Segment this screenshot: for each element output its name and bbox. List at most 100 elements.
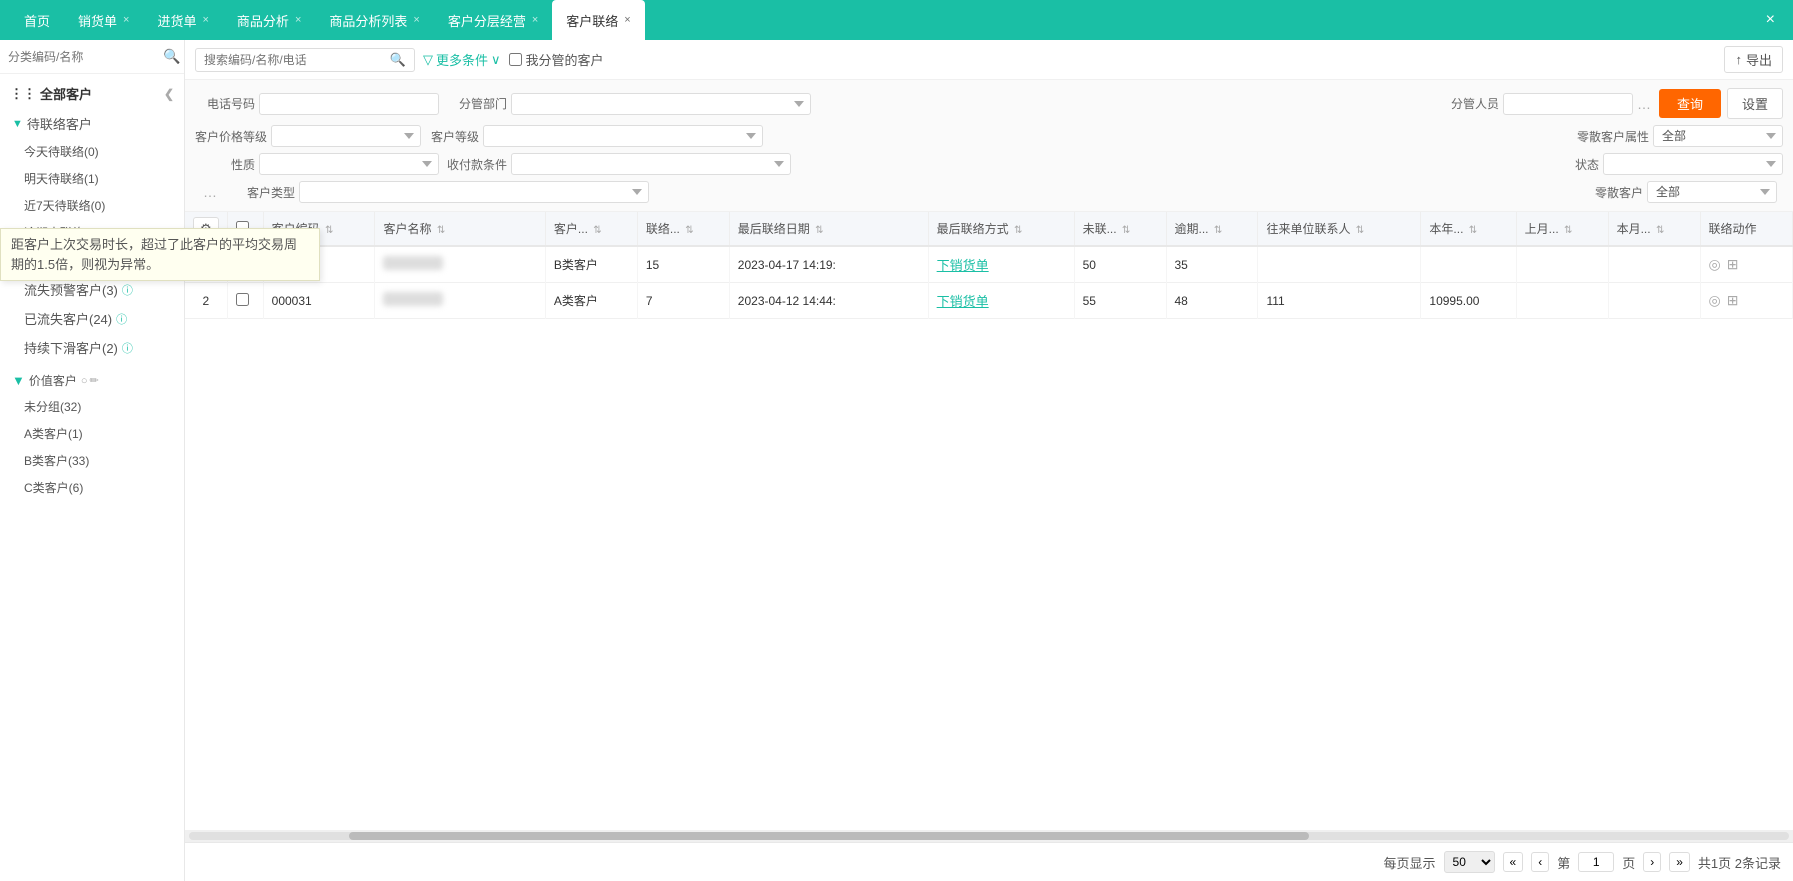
payment-select[interactable] (511, 153, 791, 175)
td-this-month (1608, 283, 1700, 319)
info-icon-churn: ⓘ (122, 282, 133, 298)
td-this-year (1421, 246, 1516, 283)
row-checkbox-1[interactable] (236, 293, 249, 306)
filter-customer-type: 客户类型 (245, 181, 1575, 203)
settings-button[interactable]: 设置 (1727, 88, 1783, 119)
filter-row-1: 电话号码 分管部门 分管人员 … 查询 设置 (195, 88, 1783, 119)
nav-item-analysis[interactable]: 商品分析 × (223, 0, 315, 40)
th-last-method[interactable]: 最后联络方式 ⇅ (928, 212, 1074, 246)
sidebar-content: ⋮⋮ 全部客户 ❮ ▼ 待联络客户 今天待联络(0) 明天待联络(1) 近7天待… (0, 74, 184, 881)
close-analysis-icon[interactable]: × (295, 14, 301, 26)
td-not-contact: 55 (1074, 283, 1166, 319)
action-grid-icon-0[interactable]: ⊞ (1727, 256, 1739, 273)
more-filters-button[interactable]: ▽ 更多条件 ∨ (423, 50, 501, 69)
sidebar-search-icon[interactable]: 🔍 (163, 48, 180, 65)
close-customer-mgmt-icon[interactable]: × (532, 14, 538, 26)
nav-item-home[interactable]: 首页 (10, 0, 64, 40)
next-page-button[interactable]: › (1643, 852, 1661, 872)
search-icon[interactable]: 🔍 (390, 52, 406, 68)
td-level: A类客户 (545, 283, 637, 319)
group-edit-icon[interactable]: ✏ (90, 374, 99, 387)
th-level[interactable]: 客户... ⇅ (545, 212, 637, 246)
window-close-button[interactable]: × (1758, 11, 1783, 29)
query-button[interactable]: 查询 (1659, 89, 1721, 118)
last-method-link-0[interactable]: 下销货单 (937, 258, 989, 273)
first-page-button[interactable]: « (1503, 852, 1524, 872)
last-method-link-1[interactable]: 下销货单 (937, 294, 989, 309)
sidebar-item-ungrouped[interactable]: 未分组(32) (0, 393, 184, 420)
filter-bar: 🔍 ▽ 更多条件 ∨ 我分管的客户 ↑ 导出 (185, 40, 1793, 80)
th-not-contact[interactable]: 未联... ⇅ (1074, 212, 1166, 246)
close-sales-icon[interactable]: × (123, 14, 129, 26)
th-last-date[interactable]: 最后联络日期 ⇅ (729, 212, 928, 246)
search-input[interactable] (204, 53, 390, 67)
filter-status: 状态 (1539, 153, 1783, 175)
td-level: B类客户 (545, 246, 637, 283)
person-input[interactable] (1503, 93, 1633, 115)
per-page-label: 每页显示 (1384, 853, 1436, 872)
th-last-month[interactable]: 上月... ⇅ (1516, 212, 1608, 246)
customer-type-select[interactable] (299, 181, 649, 203)
th-overdue[interactable]: 逾期... ⇅ (1166, 212, 1258, 246)
sidebar-item-churned[interactable]: 已流失客户(24) ⓘ (0, 304, 184, 333)
sidebar-item-c-class[interactable]: C类客户(6) (0, 474, 184, 501)
page-input[interactable] (1578, 852, 1614, 872)
customer-level-select[interactable] (483, 125, 763, 147)
td-code: 000031 (263, 283, 375, 319)
close-purchase-icon[interactable]: × (202, 14, 208, 26)
th-this-month[interactable]: 本月... ⇅ (1608, 212, 1700, 246)
arrow-icon: ▼ (12, 118, 23, 130)
sidebar-search-input[interactable] (8, 50, 163, 64)
sidebar-item-a-class[interactable]: A类客户(1) (0, 420, 184, 447)
close-customer-contact-icon[interactable]: × (624, 14, 630, 26)
td-this-month (1608, 246, 1700, 283)
retail-attr-select[interactable]: 全部 (1653, 125, 1783, 147)
nav-item-customer-mgmt[interactable]: 客户分层经营 × (434, 0, 552, 40)
th-unit-contact[interactable]: 往来单位联系人 ⇅ (1258, 212, 1421, 246)
filter-payment: 收付款条件 (447, 153, 1531, 175)
status-select[interactable] (1603, 153, 1783, 175)
action-eye-icon-0[interactable]: ◎ (1709, 256, 1721, 273)
sidebar-item-7days[interactable]: 近7天待联络(0) (0, 192, 184, 219)
info-icon-churned: ⓘ (116, 311, 127, 327)
th-contact[interactable]: 联络... ⇅ (637, 212, 729, 246)
group-circle-icon[interactable]: ○ (81, 375, 88, 387)
price-level-label: 客户价格等级 (195, 128, 267, 145)
sidebar-item-today[interactable]: 今天待联络(0) (0, 138, 184, 165)
nav-item-sales[interactable]: 销货单 × (64, 0, 143, 40)
prev-page-button[interactable]: ‹ (1531, 852, 1549, 872)
per-page-select[interactable]: 50 100 200 (1444, 851, 1495, 873)
horizontal-scrollbar[interactable] (185, 830, 1793, 842)
action-eye-icon-1[interactable]: ◎ (1709, 292, 1721, 309)
last-page-button[interactable]: » (1669, 852, 1690, 872)
th-name[interactable]: 客户名称 ⇅ (375, 212, 545, 246)
close-analysis-list-icon[interactable]: × (413, 14, 419, 26)
my-customers-checkbox[interactable] (509, 53, 522, 66)
collapse-icon[interactable]: ❮ (164, 87, 174, 101)
action-grid-icon-1[interactable]: ⊞ (1727, 292, 1739, 309)
sidebar-value-customer-group: ▼ 价值客户 ○ ✏ (0, 368, 184, 393)
sidebar-item-tomorrow[interactable]: 明天待联络(1) (0, 165, 184, 192)
phone-input[interactable] (259, 93, 439, 115)
retail-customer-select[interactable]: 全部 (1647, 181, 1777, 203)
dept-select[interactable] (511, 93, 811, 115)
sidebar-all-customers[interactable]: ⋮⋮ 全部客户 ❮ (0, 78, 184, 109)
sidebar-item-declining[interactable]: 持续下滑客户(2) ⓘ (0, 333, 184, 362)
sidebar-item-b-class[interactable]: B类客户(33) (0, 447, 184, 474)
th-this-year[interactable]: 本年... ⇅ (1421, 212, 1516, 246)
export-button[interactable]: ↑ 导出 (1724, 46, 1783, 73)
filter-person: 分管人员 … (1439, 93, 1651, 115)
sidebar-pending-contact[interactable]: ▼ 待联络客户 (0, 109, 184, 138)
nav-item-analysis-list[interactable]: 商品分析列表 × (315, 0, 433, 40)
price-level-select[interactable] (271, 125, 421, 147)
td-name (375, 246, 545, 283)
extra-dots-icon[interactable]: … (195, 184, 217, 200)
sort-overdue-icon: ⇅ (1214, 225, 1222, 236)
nav-item-customer-contact[interactable]: 客户联络 × (552, 0, 644, 40)
person-dots-icon[interactable]: … (1637, 96, 1651, 112)
scroll-thumb[interactable] (349, 832, 1309, 840)
nav-item-purchase[interactable]: 进货单 × (143, 0, 222, 40)
total-label: 共1页 2条记录 (1698, 853, 1781, 872)
sort-thismonth-icon: ⇅ (1656, 225, 1664, 236)
nature-select[interactable] (259, 153, 439, 175)
